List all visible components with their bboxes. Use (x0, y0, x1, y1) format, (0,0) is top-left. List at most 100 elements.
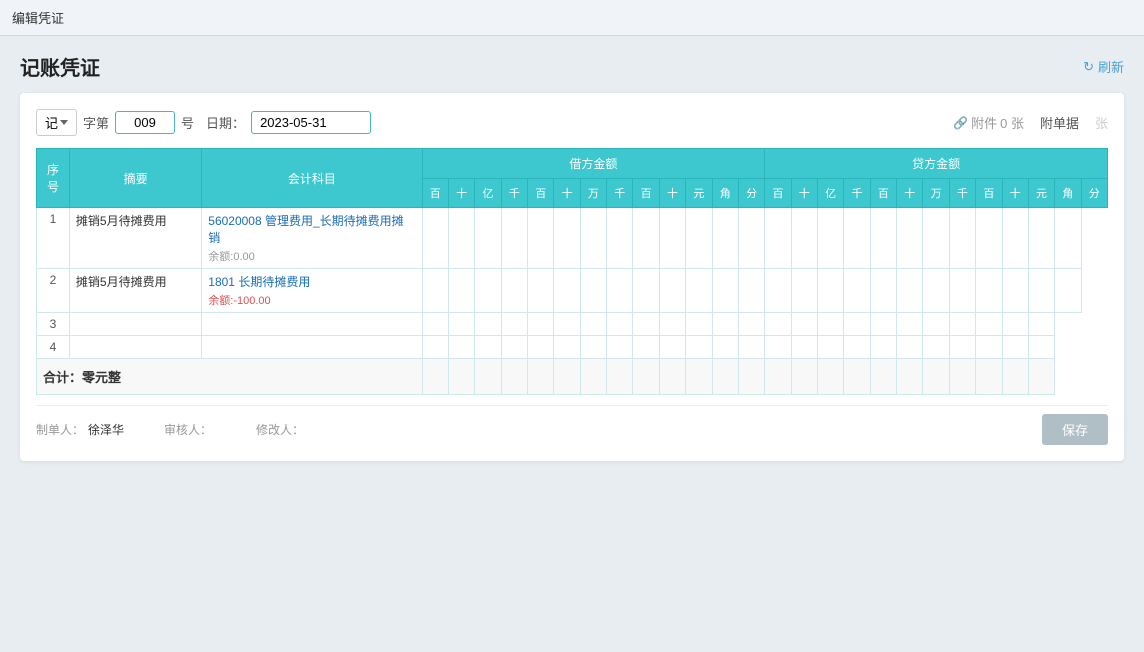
d-cell[interactable] (738, 313, 764, 336)
c-cell[interactable] (791, 313, 817, 336)
c-cell[interactable] (923, 336, 949, 359)
d-cell[interactable] (554, 313, 580, 336)
c-cell[interactable] (817, 269, 843, 313)
d-cell[interactable] (501, 313, 527, 336)
c-cell[interactable] (870, 336, 896, 359)
d-cell[interactable] (422, 208, 448, 269)
d-cell[interactable] (659, 208, 685, 269)
c-cell[interactable] (976, 313, 1002, 336)
d-cell[interactable] (475, 208, 501, 269)
d-cell[interactable] (633, 336, 659, 359)
c-cell[interactable] (870, 269, 896, 313)
c-cell[interactable] (765, 313, 791, 336)
c-cell[interactable] (923, 208, 949, 269)
d-cell[interactable] (422, 336, 448, 359)
c-cell[interactable] (1002, 208, 1028, 269)
c-cell[interactable] (765, 208, 791, 269)
d-cell[interactable] (686, 208, 712, 269)
d-cell[interactable] (501, 208, 527, 269)
d-cell[interactable] (580, 336, 606, 359)
d-cell[interactable] (475, 269, 501, 313)
c-cell[interactable] (897, 208, 923, 269)
d-cell[interactable] (580, 208, 606, 269)
c-cell[interactable] (1028, 208, 1054, 269)
c-cell[interactable] (1055, 269, 1081, 313)
date-input[interactable] (251, 111, 371, 134)
d-cell[interactable] (528, 313, 554, 336)
d-cell[interactable] (659, 313, 685, 336)
c-cell[interactable] (949, 336, 975, 359)
d-cell[interactable] (607, 336, 633, 359)
refresh-button[interactable]: ↻ 刷新 (1083, 57, 1124, 76)
c-cell[interactable] (844, 313, 870, 336)
row-summary[interactable] (69, 313, 201, 336)
c-cell[interactable] (765, 269, 791, 313)
c-cell[interactable] (870, 208, 896, 269)
d-cell[interactable] (712, 336, 738, 359)
c-cell[interactable] (949, 313, 975, 336)
save-button[interactable]: 保存 (1042, 414, 1108, 445)
c-cell[interactable] (949, 269, 975, 313)
c-cell[interactable] (976, 269, 1002, 313)
c-cell[interactable] (844, 336, 870, 359)
c-cell[interactable] (791, 208, 817, 269)
c-cell[interactable] (1055, 208, 1081, 269)
d-cell[interactable] (633, 269, 659, 313)
c-cell[interactable] (1002, 336, 1028, 359)
d-cell[interactable] (448, 269, 474, 313)
row-summary[interactable]: 摊销5月待摊费用 (69, 208, 201, 269)
voucher-number-input[interactable] (115, 111, 175, 134)
d-cell[interactable] (607, 269, 633, 313)
d-cell[interactable] (686, 269, 712, 313)
d-cell[interactable] (475, 336, 501, 359)
d-cell[interactable] (686, 336, 712, 359)
d-cell[interactable] (448, 208, 474, 269)
row-summary[interactable]: 摊销5月待摊费用 (69, 269, 201, 313)
c-cell[interactable] (1028, 313, 1054, 336)
d-cell[interactable] (738, 208, 764, 269)
d-cell[interactable] (448, 336, 474, 359)
c-cell[interactable] (923, 313, 949, 336)
c-cell[interactable] (765, 336, 791, 359)
attach-slip-button[interactable]: 附单据 (1040, 113, 1079, 132)
c-cell[interactable] (1028, 336, 1054, 359)
d-cell[interactable] (686, 313, 712, 336)
d-cell[interactable] (554, 269, 580, 313)
d-cell[interactable] (448, 313, 474, 336)
c-cell[interactable] (791, 269, 817, 313)
d-cell[interactable] (659, 269, 685, 313)
row-account[interactable]: 56020008 管理费用_长期待摊费用摊销 余额:0.00 (202, 208, 422, 269)
d-cell[interactable] (659, 336, 685, 359)
d-cell[interactable] (528, 269, 554, 313)
d-cell[interactable] (633, 208, 659, 269)
d-cell[interactable] (528, 208, 554, 269)
d-cell[interactable] (712, 269, 738, 313)
d-cell[interactable] (422, 269, 448, 313)
c-cell[interactable] (976, 336, 1002, 359)
c-cell[interactable] (949, 208, 975, 269)
c-cell[interactable] (791, 336, 817, 359)
c-cell[interactable] (897, 313, 923, 336)
c-cell[interactable] (817, 336, 843, 359)
c-cell[interactable] (817, 313, 843, 336)
c-cell[interactable] (897, 269, 923, 313)
d-cell[interactable] (738, 336, 764, 359)
d-cell[interactable] (607, 208, 633, 269)
d-cell[interactable] (554, 208, 580, 269)
row-account[interactable]: 1801 长期待摊费用 余额:-100.00 (202, 269, 422, 313)
row-summary[interactable] (69, 336, 201, 359)
d-cell[interactable] (528, 336, 554, 359)
c-cell[interactable] (1002, 269, 1028, 313)
c-cell[interactable] (844, 269, 870, 313)
c-cell[interactable] (817, 208, 843, 269)
c-cell[interactable] (923, 269, 949, 313)
c-cell[interactable] (844, 208, 870, 269)
voucher-type-button[interactable]: 记 (36, 109, 77, 136)
d-cell[interactable] (712, 313, 738, 336)
c-cell[interactable] (897, 336, 923, 359)
c-cell[interactable] (870, 313, 896, 336)
c-cell[interactable] (1028, 269, 1054, 313)
d-cell[interactable] (501, 336, 527, 359)
d-cell[interactable] (580, 269, 606, 313)
d-cell[interactable] (554, 336, 580, 359)
